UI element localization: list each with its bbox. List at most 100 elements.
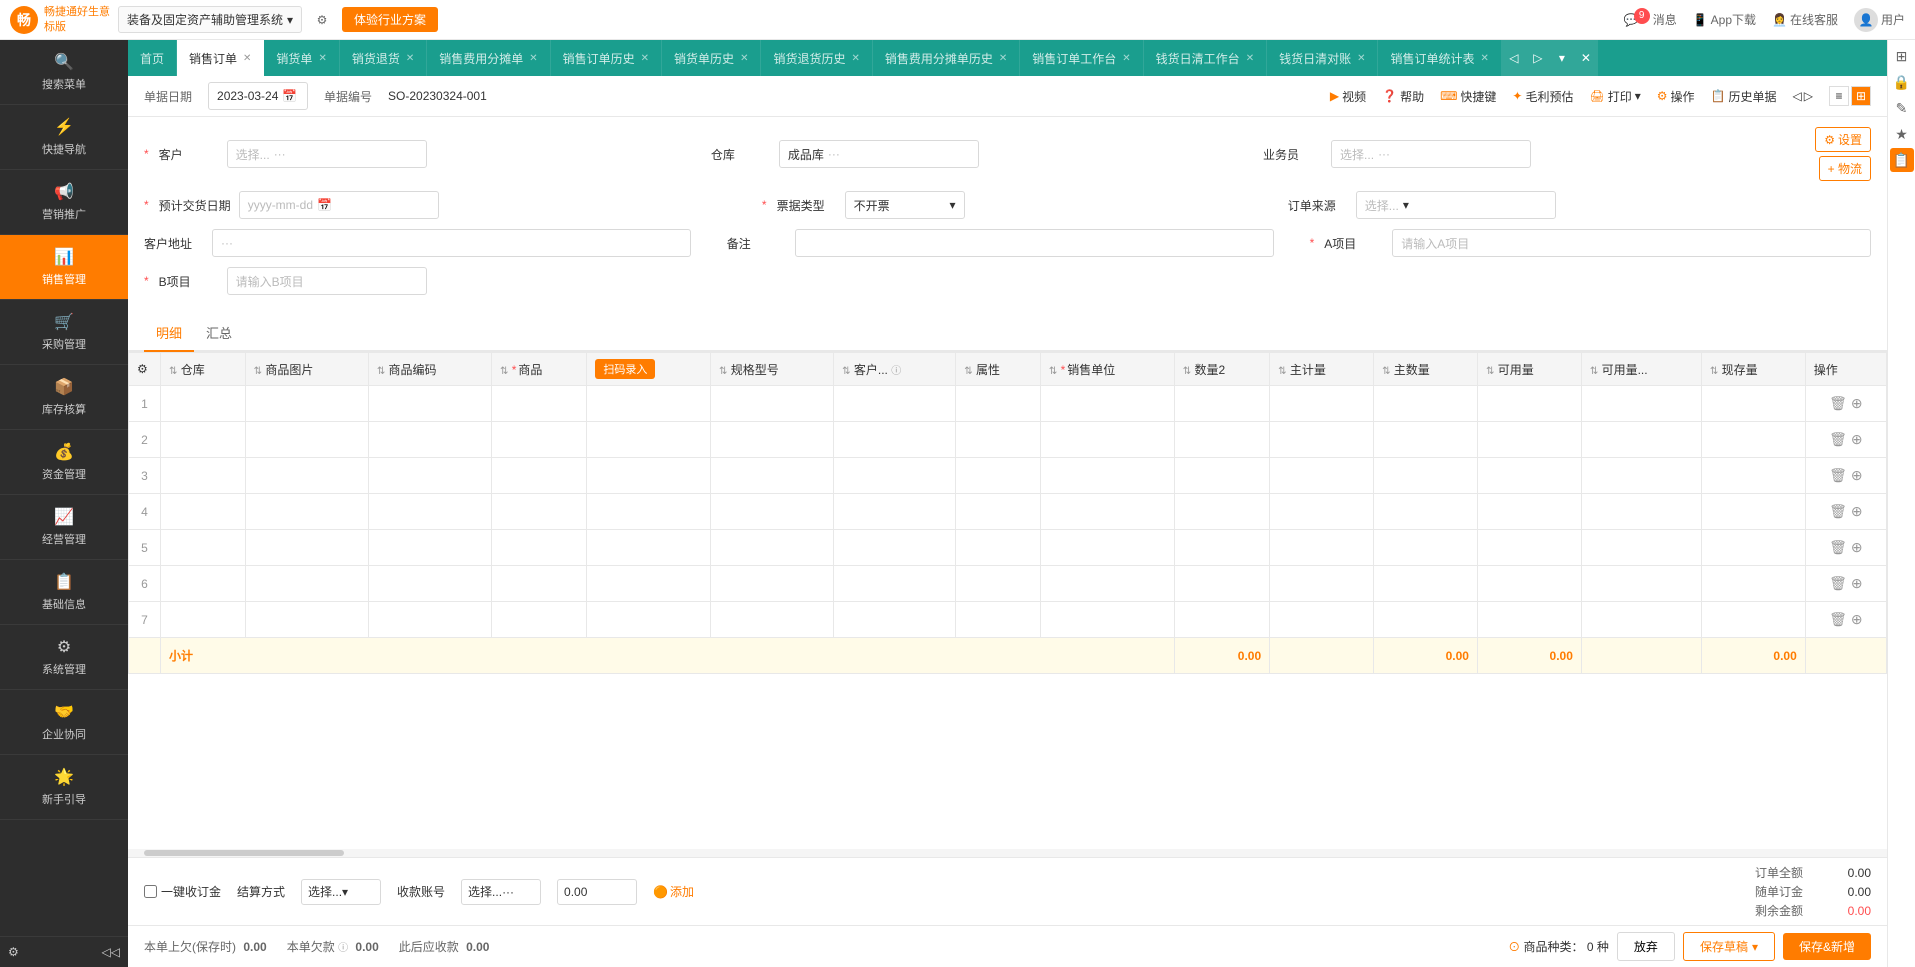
sidebar-item-system[interactable]: ⚙ 系统管理 xyxy=(0,625,128,690)
tab-sales-expense[interactable]: 销售费用分摊单✕ xyxy=(427,40,550,76)
sidebar-item-inventory[interactable]: 📦 库存核算 xyxy=(0,365,128,430)
save-new-button[interactable]: 保存&新增 xyxy=(1783,933,1871,960)
list-view-btn[interactable]: ≡ xyxy=(1829,86,1849,106)
sidebar-settings-icon[interactable]: ⚙ xyxy=(8,945,19,959)
toolbar-help[interactable]: ❓ 帮助 xyxy=(1382,88,1424,105)
row-delete-btn[interactable]: 🗑 xyxy=(1829,467,1847,484)
scan-btn[interactable]: 扫码录入 xyxy=(595,359,655,379)
scroll-bar-area[interactable] xyxy=(128,849,1887,857)
save-draft-button[interactable]: 保存草稿 ▾ xyxy=(1683,932,1775,961)
one-click-checkbox[interactable]: 一键收订金 xyxy=(144,883,221,900)
toolbar-operations[interactable]: ⚙ 操作 xyxy=(1657,88,1695,105)
nav-prev-icon[interactable]: ◁ xyxy=(1793,89,1802,103)
toolbar-print[interactable]: 🖨 打印 ▾ xyxy=(1590,88,1641,105)
receipt-account-select[interactable]: 选择... ··· xyxy=(461,879,541,905)
sidebar-item-sales[interactable]: 📊 销售管理 xyxy=(0,235,128,300)
tab-order-history[interactable]: 销售订单历史✕ xyxy=(551,40,662,76)
warehouse-input[interactable]: 成品库 ··· xyxy=(779,140,979,168)
row-delete-btn[interactable]: 🗑 xyxy=(1829,431,1847,448)
invoice-type-select[interactable]: 不开票 ▾ xyxy=(845,191,965,219)
tab-expense-history[interactable]: 销售费用分摊单历史✕ xyxy=(873,40,1020,76)
row-delete-btn[interactable]: 🗑 xyxy=(1829,575,1847,592)
right-tool-4[interactable]: ★ xyxy=(1890,122,1914,146)
customer-input[interactable]: 选择... ··· xyxy=(227,140,427,168)
tabs-nav-prev[interactable]: ◁ xyxy=(1502,40,1526,76)
table-container[interactable]: ⚙ ⇅ 仓库 ⇅ 商品图片 ⇅ 商品编码 ⇅ *商品 扫码录入 ⇅ 规格型号 ⇅… xyxy=(128,352,1887,857)
system-selector[interactable]: 装备及固定资产辅助管理系统 ▾ xyxy=(118,6,302,33)
row-copy-btn[interactable]: ⊕ xyxy=(1851,395,1863,412)
form-view-btn[interactable]: ⊞ xyxy=(1851,86,1871,106)
settings-btn[interactable]: ⚙ 设置 xyxy=(1815,127,1871,152)
col-scan[interactable]: 扫码录入 xyxy=(587,353,711,386)
col-qty2[interactable]: ⇅ 数量2 xyxy=(1174,353,1269,386)
toolbar-history[interactable]: 📋 历史单据 xyxy=(1711,88,1777,105)
tab-sales-order[interactable]: 销售订单✕ xyxy=(177,40,264,76)
receipt-amount-input[interactable]: 0.00 xyxy=(557,879,637,905)
col-product-image[interactable]: ⇅ 商品图片 xyxy=(245,353,368,386)
toolbar-profit[interactable]: ✦ 毛利预估 xyxy=(1512,88,1573,105)
right-tool-5[interactable]: 📋 xyxy=(1890,148,1914,172)
sidebar-item-finance[interactable]: 💰 资金管理 xyxy=(0,430,128,495)
col-spec[interactable]: ⇅ 规格型号 xyxy=(710,353,833,386)
row-copy-btn[interactable]: ⊕ xyxy=(1851,575,1863,592)
message-icon-item[interactable]: 💬 9 消息 xyxy=(1624,11,1677,28)
date-input[interactable]: 2023-03-24 📅 xyxy=(208,82,308,110)
remarks-input[interactable] xyxy=(795,229,1274,257)
row-copy-btn[interactable]: ⊕ xyxy=(1851,503,1863,520)
row-delete-btn[interactable]: 🗑 xyxy=(1829,395,1847,412)
col-attribute[interactable]: ⇅ 属性 xyxy=(956,353,1041,386)
col-available2[interactable]: ⇅ 可用量... xyxy=(1581,353,1701,386)
tab-sales-goods[interactable]: 销货单✕ xyxy=(264,40,339,76)
tab-cash-reconcile[interactable]: 钱货日清对账✕ xyxy=(1267,40,1378,76)
tab-cash-daily[interactable]: 钱货日清工作台✕ xyxy=(1144,40,1267,76)
sidebar-item-purchase[interactable]: 🛒 采购管理 xyxy=(0,300,128,365)
settings-icon[interactable]: ⚙ xyxy=(310,8,334,32)
col-stock[interactable]: ⇅ 现存量 xyxy=(1701,353,1805,386)
tabs-nav-next[interactable]: ▷ xyxy=(1526,40,1550,76)
tab-sales-return[interactable]: 销货退货✕ xyxy=(340,40,427,76)
col-main-unit[interactable]: ⇅ 主计量 xyxy=(1270,353,1374,386)
tab-home[interactable]: 首页 xyxy=(128,40,177,76)
tab-goods-history[interactable]: 销货单历史✕ xyxy=(662,40,761,76)
user-avatar[interactable]: 👤 用户 xyxy=(1854,8,1905,32)
add-payment-btn[interactable]: 🟠 添加 xyxy=(653,883,694,900)
sidebar-item-shortcut[interactable]: ⚡ 快捷导航 xyxy=(0,105,128,170)
tabs-close-all[interactable]: ✕ xyxy=(1574,40,1598,76)
add-material-btn[interactable]: + 物流 xyxy=(1819,156,1871,181)
col-warehouse[interactable]: ⇅ 仓库 xyxy=(161,353,246,386)
order-source-input[interactable]: 选择... ▾ xyxy=(1356,191,1556,219)
row-delete-btn[interactable]: 🗑 xyxy=(1829,539,1847,556)
b-project-input[interactable]: 请输入B项目 xyxy=(227,267,427,295)
customer-address-input[interactable]: ··· xyxy=(212,229,691,257)
sidebar-item-enterprise[interactable]: 🤝 企业协同 xyxy=(0,690,128,755)
row-delete-btn[interactable]: 🗑 xyxy=(1829,611,1847,628)
online-support-item[interactable]: 👩‍💼 在线客服 xyxy=(1772,11,1838,28)
row-copy-btn[interactable]: ⊕ xyxy=(1851,539,1863,556)
payment-method-select[interactable]: 选择... ▾ xyxy=(301,879,381,905)
sidebar-item-search[interactable]: 🔍 搜索菜单 xyxy=(0,40,128,105)
col-product-code[interactable]: ⇅ 商品编码 xyxy=(368,353,491,386)
solution-button[interactable]: 体验行业方案 xyxy=(342,7,438,32)
col-customer-code[interactable]: ⇅ 客户... ⓘ xyxy=(834,353,956,386)
row-delete-btn[interactable]: 🗑 xyxy=(1829,503,1847,520)
detail-tab-summary[interactable]: 汇总 xyxy=(194,315,244,350)
tab-return-history[interactable]: 销货退货历史✕ xyxy=(761,40,872,76)
tab-order-workbench[interactable]: 销售订单工作台✕ xyxy=(1020,40,1143,76)
toolbar-view[interactable]: ▶ 视频 xyxy=(1330,88,1366,105)
sidebar-item-marketing[interactable]: 📢 营销推广 xyxy=(0,170,128,235)
one-click-input[interactable] xyxy=(144,885,157,898)
right-tool-2[interactable]: 🔒 xyxy=(1890,70,1914,94)
sidebar-item-operations[interactable]: 📈 经营管理 xyxy=(0,495,128,560)
nav-next-icon[interactable]: ▷ xyxy=(1804,89,1813,103)
right-tool-1[interactable]: ⊞ xyxy=(1890,44,1914,68)
col-main-qty[interactable]: ⇅ 主数量 xyxy=(1374,353,1478,386)
discard-button[interactable]: 放弃 xyxy=(1617,932,1675,961)
sidebar-item-basic-info[interactable]: 📋 基础信息 xyxy=(0,560,128,625)
app-download-item[interactable]: 📱 App下载 xyxy=(1693,11,1756,28)
right-tool-3[interactable]: ✎ xyxy=(1890,96,1914,120)
tabs-more[interactable]: ▾ xyxy=(1550,40,1574,76)
col-settings[interactable]: ⚙ xyxy=(129,353,161,386)
delivery-date-input[interactable]: yyyy-mm-dd 📅 xyxy=(239,191,439,219)
row-copy-btn[interactable]: ⊕ xyxy=(1851,431,1863,448)
sidebar-collapse-icon[interactable]: ◁◁ xyxy=(102,945,120,959)
